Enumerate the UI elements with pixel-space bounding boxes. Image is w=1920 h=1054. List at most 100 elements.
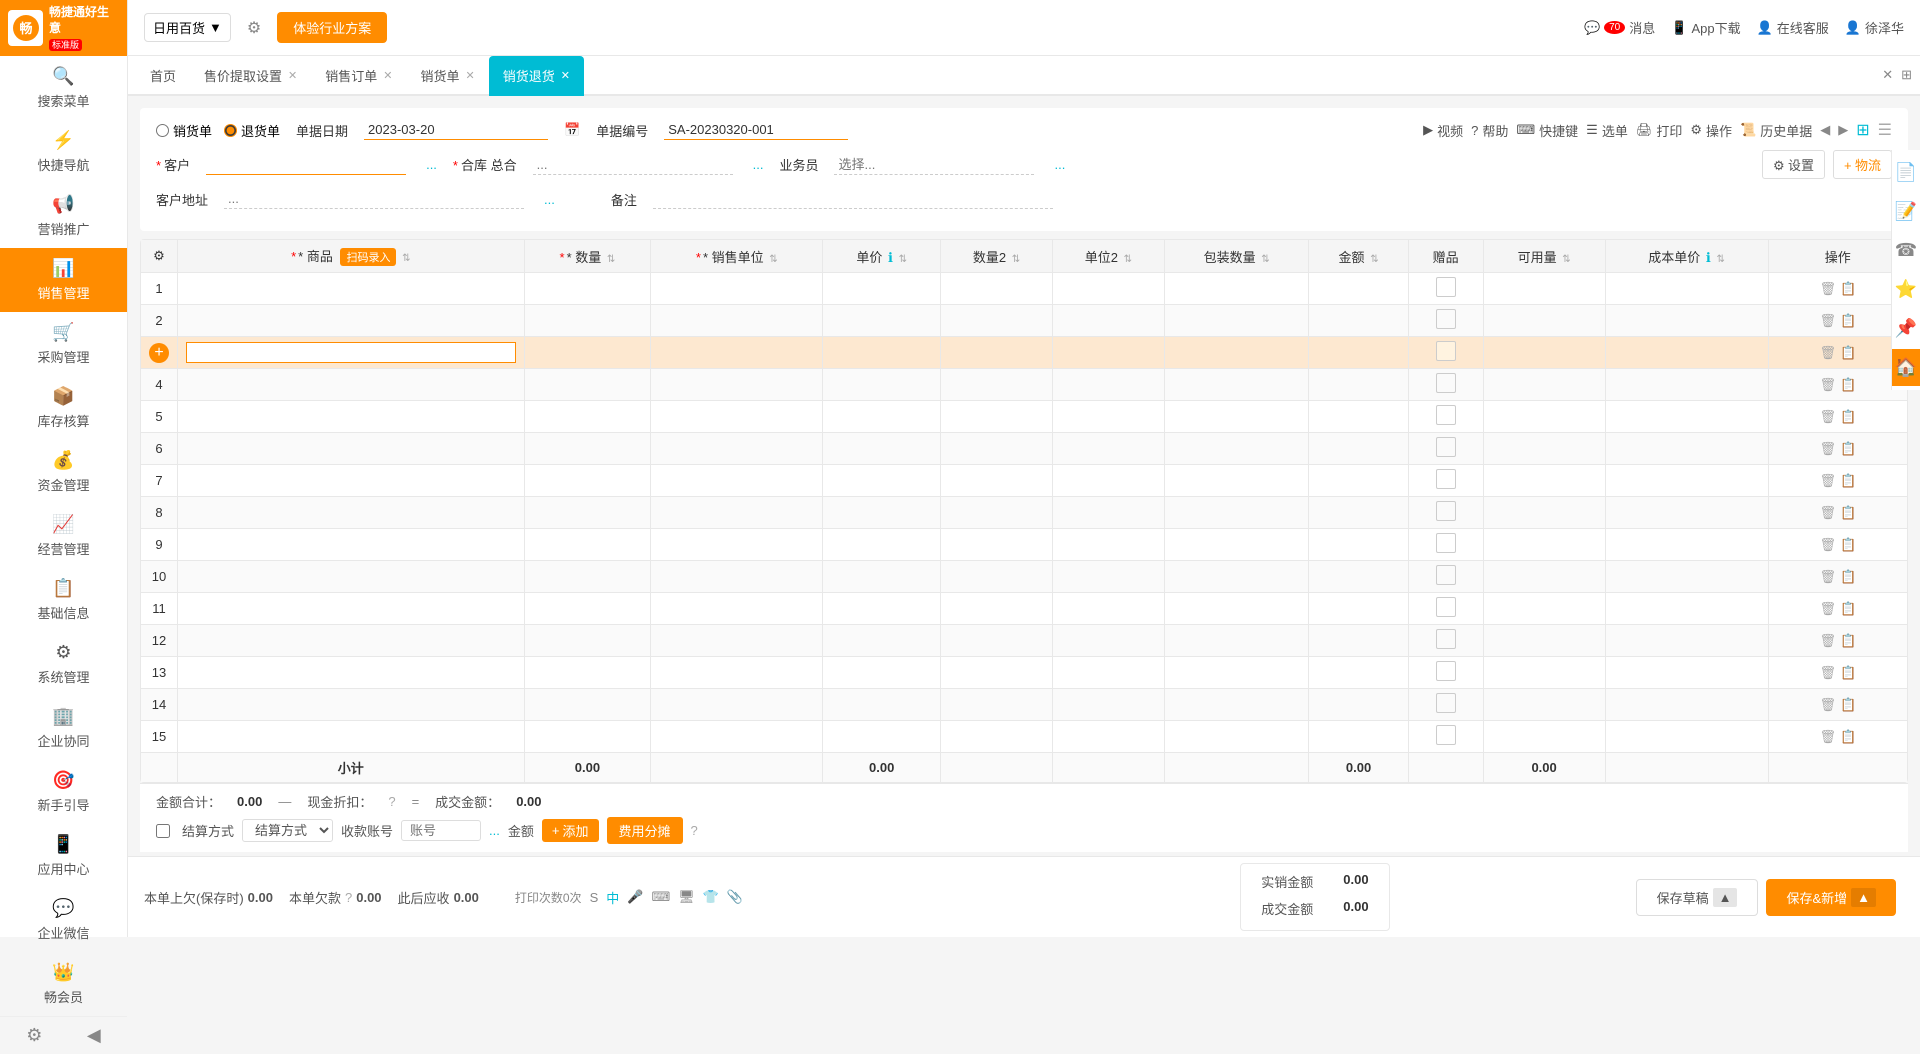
topbar-settings-button[interactable]: ⚙: [247, 18, 261, 38]
logistics-button[interactable]: + 物流: [1833, 150, 1892, 179]
add-fee-button[interactable]: + 添加: [542, 819, 599, 842]
salesman-input[interactable]: [834, 155, 1034, 175]
tab-sales-order-close[interactable]: ✕: [383, 69, 392, 82]
delete-row-button[interactable]: 🗑: [1819, 729, 1836, 745]
experience-plan-button[interactable]: 体验行业方案: [277, 12, 387, 43]
sidebar-item-wechat[interactable]: 💬 企业微信: [0, 888, 127, 952]
copy-row-button[interactable]: 📋: [1840, 441, 1856, 457]
gift-checkbox[interactable]: [1436, 725, 1456, 745]
cost-price-cell[interactable]: [1605, 273, 1768, 305]
sidebar-item-finance[interactable]: 💰 资金管理: [0, 440, 127, 504]
close-tab-icon[interactable]: ✕: [1882, 67, 1893, 83]
one-click-payment-checkbox[interactable]: [156, 824, 170, 838]
shortcut-key-button[interactable]: ⌨ 快捷键: [1516, 121, 1578, 140]
copy-row-button[interactable]: 📋: [1840, 345, 1856, 361]
gift-checkbox[interactable]: [1436, 533, 1456, 553]
add-row-button[interactable]: +: [149, 343, 169, 363]
toolbar-icon-4[interactable]: ⌨: [651, 889, 670, 905]
tab-sales-return-close[interactable]: ✕: [561, 69, 570, 82]
gift-checkbox[interactable]: [1436, 373, 1456, 393]
right-panel-pin[interactable]: 📌: [1892, 310, 1920, 347]
sidebar-item-guide[interactable]: 🎯 新手引导: [0, 760, 127, 824]
history-button[interactable]: 📜 历史单据: [1740, 121, 1812, 140]
copy-row-button[interactable]: 📋: [1840, 281, 1856, 297]
gift-cell[interactable]: [1408, 273, 1483, 305]
list-view-icon[interactable]: ☰: [1878, 120, 1892, 140]
toolbar-icon-7[interactable]: 📎: [727, 889, 743, 905]
unit2-cell[interactable]: [1052, 273, 1164, 305]
toolbar-icon-3[interactable]: 🎤: [627, 889, 643, 905]
nav-select[interactable]: 日用百货 ▼: [144, 13, 231, 42]
sidebar-item-appstore[interactable]: 📱 应用中心: [0, 824, 127, 888]
warehouse-dots[interactable]: ...: [753, 157, 764, 172]
save-new-chevron[interactable]: ▲: [1851, 888, 1876, 907]
save-draft-button[interactable]: 保存草稿 ▲: [1636, 879, 1759, 916]
online-service-button[interactable]: 👤 在线客服: [1757, 18, 1829, 37]
cash-discount-info[interactable]: ?: [388, 794, 395, 809]
sidebar-item-sales[interactable]: 📊 销售管理: [0, 248, 127, 312]
scan-input-button[interactable]: 扫码录入: [340, 248, 396, 266]
settings-button[interactable]: ⚙ 设置: [1762, 150, 1825, 179]
unit-price-cell[interactable]: [823, 273, 941, 305]
salesman-dots[interactable]: ...: [1054, 157, 1065, 172]
right-panel-home[interactable]: 🏠: [1892, 349, 1920, 386]
copy-row-button[interactable]: 📋: [1840, 633, 1856, 649]
delete-row-button[interactable]: 🗑: [1819, 569, 1836, 585]
right-panel-note[interactable]: 📝: [1892, 193, 1920, 230]
sidebar-item-enterprise[interactable]: 🏢 企业协同: [0, 696, 127, 760]
delete-row-button[interactable]: 🗑: [1819, 537, 1836, 553]
gift-checkbox[interactable]: [1436, 341, 1456, 361]
copy-row-button[interactable]: 📋: [1840, 473, 1856, 489]
toolbar-icon-5[interactable]: 🖥: [678, 889, 695, 905]
copy-row-button[interactable]: 📋: [1840, 313, 1856, 329]
gift-checkbox[interactable]: [1436, 693, 1456, 713]
amount-cell[interactable]: [1309, 273, 1408, 305]
gift-checkbox[interactable]: [1436, 469, 1456, 489]
tab-sales-return[interactable]: 销货退货 ✕: [489, 56, 584, 96]
account-input[interactable]: [401, 820, 481, 841]
delete-row-button[interactable]: 🗑: [1819, 441, 1836, 457]
quantity-cell[interactable]: [524, 273, 651, 305]
product-cell[interactable]: [178, 273, 525, 305]
copy-row-button[interactable]: 📋: [1840, 729, 1856, 745]
copy-row-button[interactable]: 📋: [1840, 697, 1856, 713]
select-button[interactable]: ☰ 选单: [1586, 121, 1628, 140]
gift-checkbox[interactable]: [1436, 309, 1456, 329]
tab-price-extract[interactable]: 售价提取设置 ✕: [190, 56, 311, 96]
delete-row-button[interactable]: 🗑: [1819, 633, 1836, 649]
tab-home[interactable]: 首页: [136, 56, 190, 96]
total-owe-help[interactable]: ?: [345, 890, 352, 905]
col-settings[interactable]: ⚙: [141, 240, 178, 273]
address-input[interactable]: [224, 189, 524, 209]
gift-checkbox[interactable]: [1436, 277, 1456, 297]
sidebar-item-member[interactable]: 👑 畅会员: [0, 952, 127, 1016]
delete-row-button[interactable]: 🗑: [1819, 313, 1836, 329]
unit-cell[interactable]: [651, 273, 823, 305]
gift-checkbox[interactable]: [1436, 629, 1456, 649]
tab-price-extract-close[interactable]: ✕: [288, 69, 297, 82]
gift-checkbox[interactable]: [1436, 437, 1456, 457]
delete-row-button[interactable]: 🗑: [1819, 409, 1836, 425]
delete-row-button[interactable]: 🗑: [1819, 601, 1836, 617]
settings-bottom-icon[interactable]: ⚙: [26, 1025, 42, 1046]
help-button[interactable]: ? 帮助: [1471, 121, 1508, 140]
nav-next-icon[interactable]: ▶: [1838, 122, 1848, 138]
delete-row-button[interactable]: 🗑: [1819, 697, 1836, 713]
notification-button[interactable]: 💬 70 消息: [1584, 18, 1655, 37]
toolbar-icon-1[interactable]: S: [590, 890, 599, 905]
print-button[interactable]: 🖨 打印: [1636, 121, 1683, 140]
unit-price-info-icon[interactable]: ℹ: [888, 250, 893, 265]
save-draft-chevron[interactable]: ▲: [1713, 888, 1738, 907]
delete-row-button[interactable]: 🗑: [1819, 505, 1836, 521]
tab-sales-order[interactable]: 销售订单 ✕: [311, 56, 406, 96]
gift-checkbox[interactable]: [1436, 597, 1456, 617]
save-new-button[interactable]: 保存&新增 ▲: [1766, 879, 1896, 916]
expense-help-icon[interactable]: ?: [691, 823, 698, 838]
expand-icon[interactable]: ⊞: [1901, 67, 1912, 83]
cost-price-info-icon[interactable]: ℹ: [1706, 250, 1711, 265]
right-panel-doc[interactable]: 📄: [1892, 154, 1920, 191]
copy-row-button[interactable]: 📋: [1840, 601, 1856, 617]
customer-dots[interactable]: ...: [426, 157, 437, 172]
delete-row-button[interactable]: 🗑: [1819, 377, 1836, 393]
delete-row-button[interactable]: 🗑: [1819, 345, 1836, 361]
